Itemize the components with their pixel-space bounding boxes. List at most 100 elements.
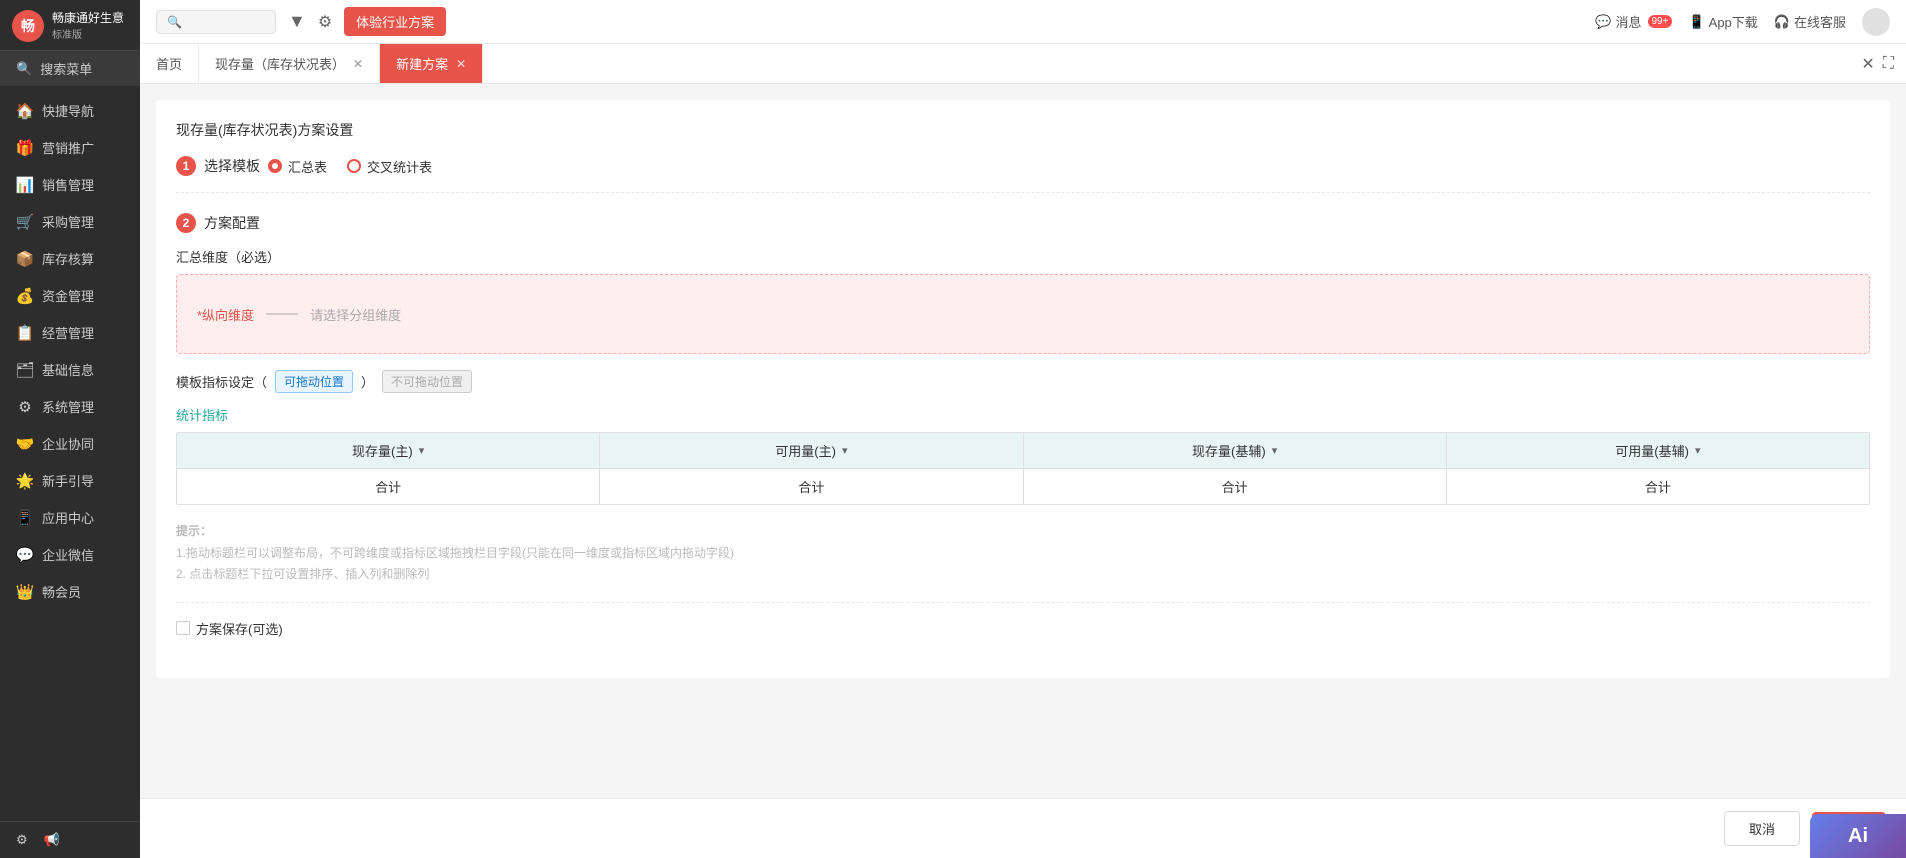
col-label-0: 现存量(主) [352,441,413,460]
sidebar-nav: 🏠 快捷导航 🎁 营销推广 📊 销售管理 🛒 采购管理 📦 库存核算 💰 资金管… [0,86,140,821]
col-label-3: 可用量(基辅) [1615,441,1689,460]
sidebar-item-label: 系统管理 [42,397,94,416]
stats-header-row: 现存量(主) ▾ 可用量(主) ▾ 现存量(基辅) ▾ [177,433,1869,468]
dropdown-button[interactable]: ▼ [288,11,306,32]
step2-section: 2 方案配置 汇总维度（必选） *纵向维度 —— 请选择分组维度 [176,213,1870,638]
cancel-button[interactable]: 取消 [1724,811,1800,846]
tab-close-button[interactable]: ✕ [1861,54,1874,74]
tips-item-1: 2. 点击标题栏下拉可设置排序、插入列和删除列 [176,564,1870,586]
online-service-label: 在线客服 [1794,12,1846,31]
wechat-icon: 💬 [16,546,34,564]
step2-header: 2 方案配置 [176,213,1870,233]
col-header-2[interactable]: 现存量(基辅) ▾ [1024,433,1447,468]
radio-summary-circle [268,159,282,173]
app-download[interactable]: 📱 App下载 [1688,12,1757,31]
radio-summary-label: 汇总表 [288,157,327,176]
sidebar-brand: 畅 畅康通好生意 标准版 [0,0,140,51]
sidebar-item-management[interactable]: 📋 经营管理 [0,314,140,351]
cart-icon: 🛒 [16,213,34,231]
gear-icon: ⚙ [16,398,34,416]
sidebar-item-label: 营销推广 [42,138,94,157]
radio-crosstab-label: 交叉统计表 [367,157,432,176]
indicator-sep: ） [361,372,374,391]
tab-inventory-close[interactable]: ✕ [353,57,363,71]
tab-expand-button[interactable]: ⛶ [1883,55,1894,73]
sidebar-item-marketing[interactable]: 🎁 营销推广 [0,129,140,166]
sidebar-item-wechat[interactable]: 💬 企业微信 [0,536,140,573]
radio-summary[interactable]: 汇总表 [268,157,327,176]
brand-name: 畅康通好生意 [52,11,124,27]
sidebar-item-app[interactable]: 📱 应用中心 [0,499,140,536]
speaker-icon[interactable]: 📢 [44,832,60,848]
topbar-right: 💬 消息 99+ 📱 App下载 🎧 在线客服 [1595,8,1890,36]
headset-icon: 🎧 [1774,14,1790,30]
tips-item-0: 1.拖动标题栏可以调整布局，不可跨维度或指标区域拖拽栏目字段(只能在同一维度或指… [176,543,1870,565]
settings-button[interactable]: ⚙ [318,12,332,32]
indicator-section: 模板指标设定（ 可拖动位置 ） 不可拖动位置 [176,370,1870,393]
sidebar-item-home[interactable]: 🏠 快捷导航 [0,92,140,129]
fixed-badge-label: 不可拖动位置 [391,373,463,390]
col-data-0: 合计 [177,468,600,504]
sidebar-item-guide[interactable]: 🌟 新手引导 [0,462,140,499]
save-scheme-section: 方案保存(可选) [176,619,1870,638]
sidebar-item-system[interactable]: ⚙ 系统管理 [0,388,140,425]
draggable-badge-label: 可拖动位置 [284,373,344,390]
col-chevron-1: ▾ [842,444,848,457]
online-service[interactable]: 🎧 在线客服 [1774,12,1846,31]
folder-icon: 🗂 [16,361,34,379]
radio-crosstab[interactable]: 交叉统计表 [347,157,432,176]
dimension-arrow: —— [266,305,298,323]
step1-section: 1 选择模板 汇总表 交叉统计表 [176,156,1870,193]
sidebar-item-label: 新手引导 [42,471,94,490]
tab-home-label: 首页 [156,54,182,73]
col-header-3[interactable]: 可用量(基辅) ▾ [1447,433,1869,468]
message-badge[interactable]: 💬 消息 99+ [1595,12,1672,31]
sidebar-item-enterprise[interactable]: 🤝 企业协同 [0,425,140,462]
sidebar: 畅 畅康通好生意 标准版 🔍 搜索菜单 🏠 快捷导航 🎁 营销推广 📊 销售管理… [0,0,140,858]
sidebar-item-member[interactable]: 👑 畅会员 [0,573,140,610]
sidebar-item-inventory[interactable]: 📦 库存核算 [0,240,140,277]
save-scheme-checkbox[interactable]: 方案保存(可选) [176,619,283,638]
tips-section: 提示： 1.拖动标题栏可以调整布局，不可跨维度或指标区域拖拽栏目字段(只能在同一… [176,521,1870,586]
dimension-box[interactable]: *纵向维度 —— 请选择分组维度 [176,274,1870,354]
sidebar-item-sales[interactable]: 📊 销售管理 [0,166,140,203]
star-icon: 🌟 [16,472,34,490]
mobile-icon: 📱 [16,509,34,527]
col-data-3: 合计 [1447,468,1869,504]
indicator-label-text: 模板指标设定（ [176,372,267,391]
tab-new-scheme-close[interactable]: ✕ [456,57,466,71]
tab-new-scheme[interactable]: 新建方案 ✕ [380,44,483,83]
tab-new-scheme-label: 新建方案 [396,54,448,73]
col-header-0[interactable]: 现存量(主) ▾ [177,433,600,468]
col-chevron-3: ▾ [1695,444,1701,457]
step1-num: 1 [176,156,196,176]
col-header-1[interactable]: 可用量(主) ▾ [600,433,1023,468]
sidebar-item-label: 基础信息 [42,360,94,379]
message-count: 99+ [1648,15,1673,28]
sidebar-item-finance[interactable]: 💰 资金管理 [0,277,140,314]
panel-title: 现存量(库存状况表)方案设置 [176,120,1870,140]
user-avatar[interactable] [1862,8,1890,36]
radio-crosstab-circle [347,159,361,173]
topbar-search[interactable]: 🔍 [156,10,276,34]
col-label-1: 可用量(主) [775,441,836,460]
sidebar-item-basic-info[interactable]: 🗂 基础信息 [0,351,140,388]
sidebar-item-label: 销售管理 [42,175,94,194]
sidebar-item-label: 畅会员 [42,582,81,601]
ai-float-button[interactable]: Ai [1810,814,1906,858]
brand-info: 畅康通好生意 标准版 [52,11,124,42]
tab-home[interactable]: 首页 [140,44,199,83]
phone-icon: 📱 [1688,14,1704,30]
tab-inventory[interactable]: 现存量（库存状况表） ✕ [199,44,380,83]
save-checkbox-box [176,621,190,635]
trial-button[interactable]: 体验行业方案 [344,7,446,36]
sidebar-item-label: 采购管理 [42,212,94,231]
brand-logo: 畅 [12,10,44,42]
sidebar-search[interactable]: 🔍 搜索菜单 [0,51,140,86]
settings-icon[interactable]: ⚙ [16,832,28,848]
message-icon: 💬 [1595,14,1611,30]
sidebar-item-purchase[interactable]: 🛒 采购管理 [0,203,140,240]
radio-summary-dot [272,163,278,169]
sidebar-item-label: 资金管理 [42,286,94,305]
sidebar-item-label: 快捷导航 [42,101,94,120]
